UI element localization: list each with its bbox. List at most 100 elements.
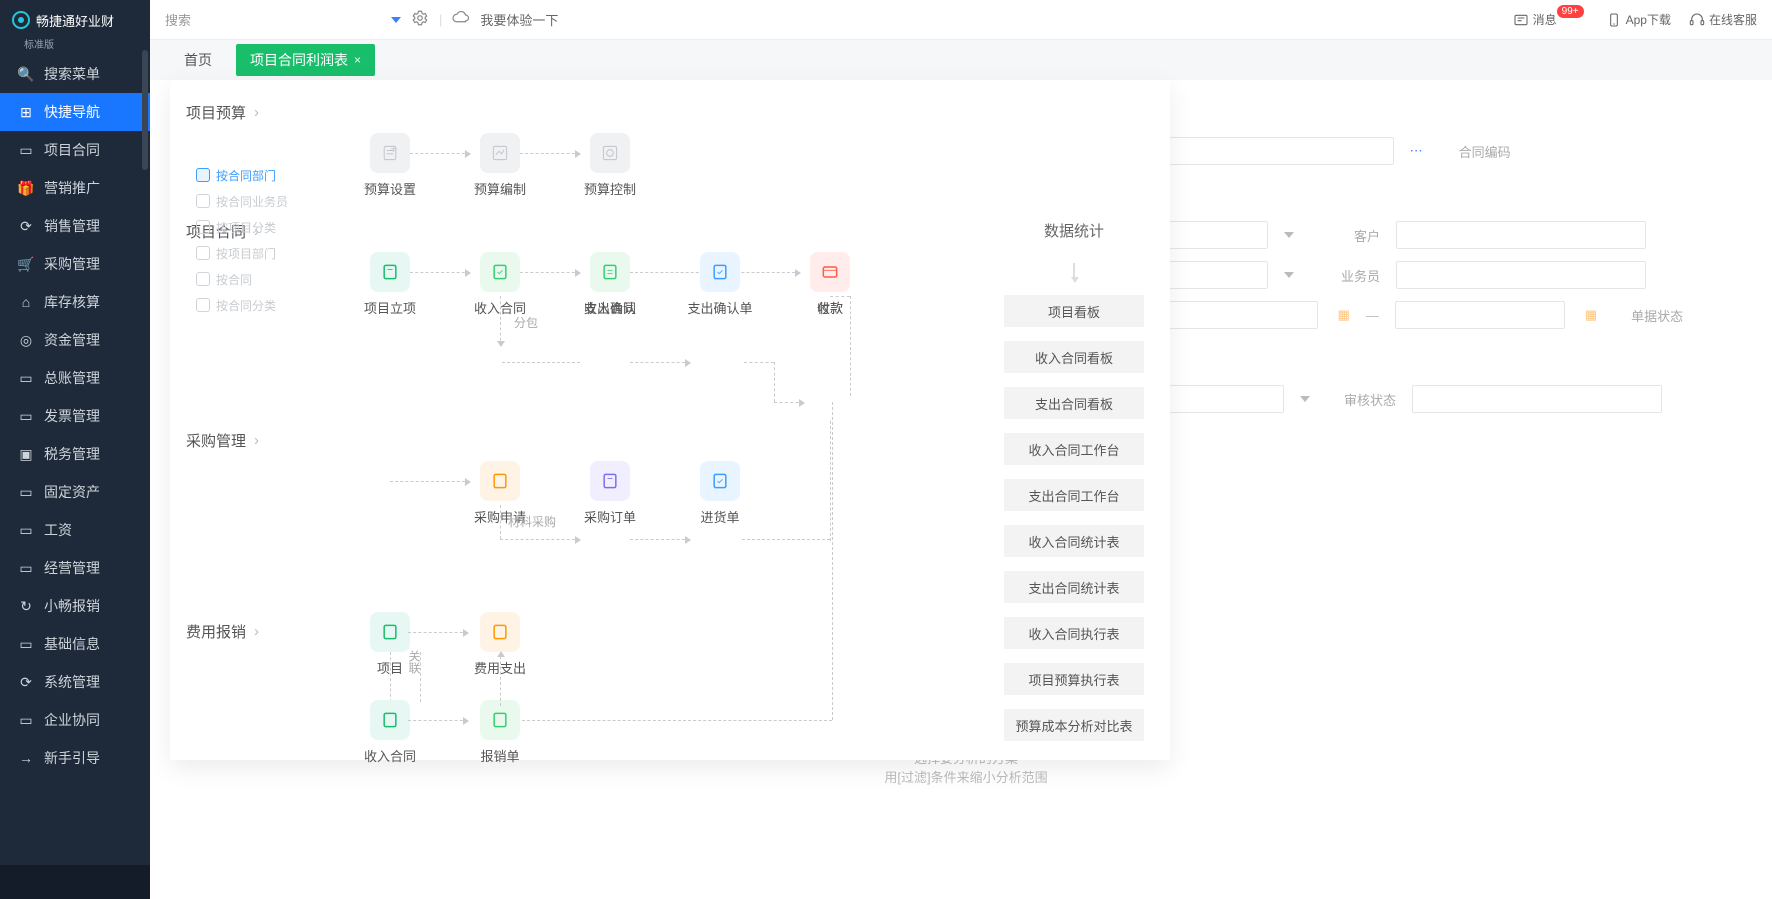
sidebar-item[interactable]: ↻小畅报销 [0, 587, 150, 625]
list-item[interactable]: 按合同 [196, 266, 288, 292]
global-search-hint[interactable]: 搜索 [165, 10, 191, 29]
menu-icon: ⟳ [18, 218, 34, 234]
list-item[interactable]: 按项目分类 [196, 214, 288, 240]
stats-button[interactable]: 项目看板 [1004, 295, 1144, 327]
support-button[interactable]: 在线客服 [1689, 11, 1757, 28]
menu-icon: ▭ [18, 408, 34, 424]
sidebar-item[interactable]: ▭项目合同 [0, 131, 150, 169]
app-edition: 标准版 [24, 36, 150, 55]
tab-home[interactable]: 首页 [170, 44, 226, 76]
list-item[interactable]: 按合同部门 [196, 162, 288, 188]
sidebar-item[interactable]: 🎁营销推广 [0, 169, 150, 207]
stats-button[interactable]: 支出合同工作台 [1004, 479, 1144, 511]
menu-icon: ▭ [18, 142, 34, 158]
main-sidebar: 畅捷通好业财 标准版 🔍搜索菜单⊞快捷导航▭项目合同🎁营销推广⟳销售管理🛒采购管… [0, 0, 150, 899]
node-expense-confirm[interactable]: 支出确认单 [680, 252, 760, 317]
chevron-right-icon: › [254, 623, 259, 640]
stats-header: 数据统计 [1044, 220, 1104, 241]
stats-column: 数据统计 项目看板收入合同看板支出合同看板收入合同工作台支出合同工作台收入合同统… [1004, 220, 1144, 741]
gear-icon[interactable] [411, 9, 429, 30]
stats-button[interactable]: 收入合同看板 [1004, 341, 1144, 373]
more-icon[interactable]: ⋯ [1410, 143, 1425, 159]
app-download-button[interactable]: App下载 [1606, 11, 1671, 28]
sidebar-item[interactable]: ⟳销售管理 [0, 207, 150, 245]
sidebar-item[interactable]: ◎资金管理 [0, 321, 150, 359]
node-purchase-order[interactable]: 采购订单 [570, 461, 650, 526]
project-input[interactable] [1144, 137, 1394, 165]
app-logo: 畅捷通好业财 [0, 0, 150, 40]
sidebar-item[interactable]: ▭固定资产 [0, 473, 150, 511]
sidebar-item[interactable]: ▭工资 [0, 511, 150, 549]
calendar-icon: ▦ [1585, 307, 1597, 323]
menu-icon: ▭ [18, 560, 34, 576]
menu-icon: ▭ [18, 484, 34, 500]
node-expense-contract[interactable]: 支出合同 [570, 252, 650, 317]
sidebar-item[interactable]: ▭经营管理 [0, 549, 150, 587]
menu-icon: 🎁 [18, 180, 34, 196]
menu-icon: ⌂ [18, 294, 34, 310]
sidebar-item[interactable]: ▭总账管理 [0, 359, 150, 397]
section-budget[interactable]: 项目预算› [186, 102, 1154, 123]
stats-button[interactable]: 收入合同统计表 [1004, 525, 1144, 557]
stats-button[interactable]: 收入合同执行表 [1004, 617, 1144, 649]
tab-report[interactable]: 项目合同利润表 × [236, 44, 375, 76]
list-item[interactable]: 按合同业务员 [196, 188, 288, 214]
sidebar-item[interactable]: ▭企业协同 [0, 701, 150, 739]
menu-icon: ▭ [18, 636, 34, 652]
chevron-down-icon[interactable] [1284, 232, 1294, 238]
menu-icon: ▭ [18, 370, 34, 386]
sidebar-item[interactable]: ▣税务管理 [0, 435, 150, 473]
menu-icon: ↻ [18, 598, 34, 614]
topbar: 搜索 | 我要体验一下 消息 99+ App下载 在线客服 [150, 0, 1772, 40]
menu-icon: ⊞ [18, 104, 34, 120]
close-icon[interactable]: × [354, 53, 361, 67]
menu-icon: ⟳ [18, 674, 34, 690]
node-budget-control[interactable]: 预算控制 [570, 133, 650, 198]
sidebar-item[interactable]: ▭发票管理 [0, 397, 150, 435]
calendar-icon: ▦ [1338, 307, 1350, 323]
chevron-right-icon: › [254, 432, 259, 449]
menu-icon: ◎ [18, 332, 34, 348]
menu-icon: → [18, 750, 34, 766]
chevron-down-icon[interactable] [1300, 396, 1310, 402]
chevron-down-icon[interactable] [1284, 272, 1294, 278]
chevron-down-icon[interactable] [391, 17, 401, 23]
node-budget-compile[interactable]: 预算编制 [460, 133, 540, 198]
app-name: 畅捷通好业财 [36, 11, 114, 30]
list-item[interactable]: 按合同分类 [196, 292, 288, 318]
tab-strip: 首页 项目合同利润表 × [150, 40, 1772, 80]
node-payment[interactable]: 付款 [790, 252, 870, 317]
menu-icon: 🔍 [18, 66, 34, 82]
sidebar-scrollbar[interactable] [142, 50, 148, 170]
sidebar-footer [0, 865, 150, 899]
menu-icon: ▭ [18, 522, 34, 538]
node-project-init[interactable]: 项目立项 [350, 252, 430, 317]
stats-button[interactable]: 收入合同工作台 [1004, 433, 1144, 465]
cloud-icon [452, 9, 470, 30]
quicknav-overlay: 按合同部门 按合同业务员 按项目分类 按项目部门 按合同 按合同分类 项目预算›… [170, 80, 1170, 760]
chevron-right-icon: › [254, 104, 259, 121]
logo-icon [12, 11, 30, 29]
node-goods-in[interactable]: 进货单 [680, 461, 760, 526]
menu-icon: ▣ [18, 446, 34, 462]
sidebar-item[interactable]: ▭基础信息 [0, 625, 150, 663]
messages-badge: 99+ [1557, 5, 1584, 18]
stats-button[interactable]: 项目预算执行表 [1004, 663, 1144, 695]
node-reimburse[interactable]: 报销单 [460, 700, 540, 765]
try-link[interactable]: 我要体验一下 [480, 10, 558, 29]
sidebar-item[interactable]: →新手引导 [0, 739, 150, 777]
report-groupby-list: 按合同部门 按合同业务员 按项目分类 按项目部门 按合同 按合同分类 [196, 162, 288, 318]
stats-button[interactable]: 支出合同统计表 [1004, 571, 1144, 603]
sidebar-item[interactable]: ⌂库存核算 [0, 283, 150, 321]
node-income-contract-2[interactable]: 收入合同 [350, 700, 430, 765]
menu-icon: ▭ [18, 712, 34, 728]
sidebar-item[interactable]: 🛒采购管理 [0, 245, 150, 283]
sidebar-item[interactable]: ⊞快捷导航 [0, 93, 150, 131]
stats-button[interactable]: 支出合同看板 [1004, 387, 1144, 419]
list-item[interactable]: 按项目部门 [196, 240, 288, 266]
menu-icon: 🛒 [18, 256, 34, 272]
sidebar-item[interactable]: 🔍搜索菜单 [0, 55, 150, 93]
messages-button[interactable]: 消息 99+ [1513, 11, 1588, 28]
sidebar-item[interactable]: ⟳系统管理 [0, 663, 150, 701]
stats-button[interactable]: 预算成本分析对比表 [1004, 709, 1144, 741]
